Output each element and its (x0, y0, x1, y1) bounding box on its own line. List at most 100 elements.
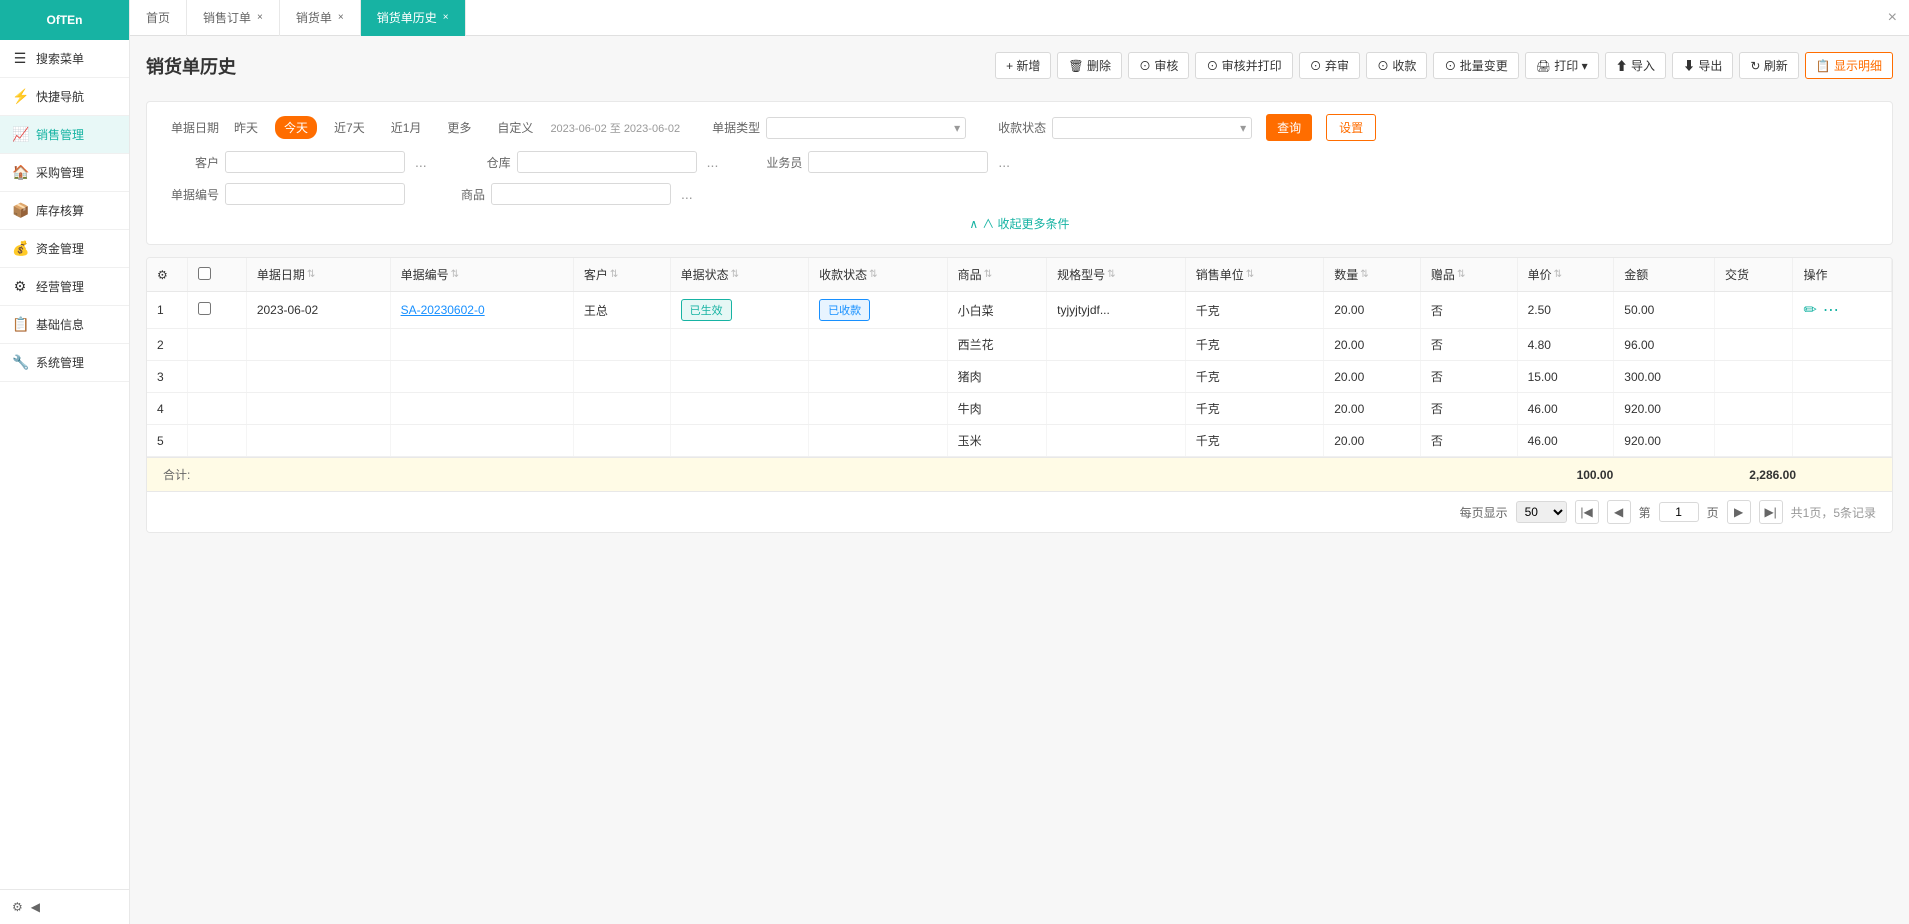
sidebar-item-inventory[interactable]: 📦 库存核算 (0, 192, 129, 230)
date-custom[interactable]: 自定义 (488, 116, 542, 139)
date-more[interactable]: 更多 (438, 116, 480, 139)
import-button[interactable]: ⬆ 导入 (1605, 52, 1666, 79)
customer-label: 客户 (163, 154, 219, 171)
warehouse-dots-btn[interactable]: ... (703, 154, 723, 170)
sidebar-item-sys-admin[interactable]: 🔧 系统管理 (0, 344, 129, 382)
cell-doc-no[interactable] (390, 393, 573, 425)
settings-button[interactable]: 设置 (1326, 114, 1376, 141)
th-unit-price[interactable]: 单价⇅ (1517, 258, 1614, 292)
show-detail-button[interactable]: 📋 显示明细 (1805, 52, 1893, 79)
th-trade: 交货 (1714, 258, 1793, 292)
tab-close-icon[interactable]: × (443, 12, 449, 23)
tab-bar: 首页 销售订单 × 销货单 × 销货单历史 × × (130, 0, 1909, 36)
select-all-checkbox[interactable] (198, 267, 211, 280)
row-checkbox[interactable] (198, 302, 211, 315)
delete-button[interactable]: 🗑 删除 (1057, 52, 1122, 79)
th-goods[interactable]: 商品⇅ (947, 258, 1046, 292)
cell-checkbox[interactable] (187, 425, 246, 457)
add-button[interactable]: + 新增 (995, 52, 1051, 79)
audit-print-button[interactable]: ⊙ 审核并打印 (1195, 52, 1292, 79)
next-page-btn[interactable]: ▶ (1727, 500, 1751, 524)
filter-warehouse: 仓库 ... (455, 151, 723, 173)
cell-doc-no[interactable] (390, 425, 573, 457)
cell-goods: 猪肉 (947, 361, 1046, 393)
cell-doc-no[interactable] (390, 329, 573, 361)
th-doc-status[interactable]: 单据状态⇅ (670, 258, 809, 292)
batch-change-button[interactable]: ⊙ 批量变更 (1433, 52, 1518, 79)
cell-row-no: 3 (147, 361, 187, 393)
th-checkbox[interactable] (187, 258, 246, 292)
more-icon[interactable]: ⋯ (1823, 300, 1839, 320)
toolbar: + 新增 🗑 删除 ⊙ 审核 ⊙ 审核并打印 ⊙ 弃审 ⊙ 收款 ⊙ 批量变更 … (995, 52, 1893, 79)
cell-collection-status (809, 425, 948, 457)
lightning-icon: ⚡ (12, 88, 28, 105)
th-collection-status[interactable]: 收款状态⇅ (809, 258, 948, 292)
goods-input[interactable] (491, 183, 671, 205)
abandon-button[interactable]: ⊙ 弃审 (1299, 52, 1360, 79)
date-today[interactable]: 今天 (275, 116, 317, 139)
warehouse-input[interactable] (517, 151, 697, 173)
tab-close-icon[interactable]: × (257, 12, 263, 23)
staff-input[interactable] (808, 151, 988, 173)
page-total: 共1页，5条记录 (1791, 504, 1876, 521)
cell-doc-no[interactable] (390, 361, 573, 393)
staff-dots-btn[interactable]: ... (994, 154, 1014, 170)
doc-type-select[interactable] (766, 117, 966, 139)
filter-staff: 业务员 ... (746, 151, 1014, 173)
tab-sales-order[interactable]: 销售订单 × (187, 0, 280, 36)
close-all-tabs[interactable]: × (1876, 9, 1909, 27)
sidebar-item-quick-nav[interactable]: ⚡ 快捷导航 (0, 78, 129, 116)
cell-checkbox[interactable] (187, 361, 246, 393)
th-gift[interactable]: 赠品⇅ (1420, 258, 1517, 292)
prev-page-btn[interactable]: ◀ (1607, 500, 1631, 524)
goods-dots-btn[interactable]: ... (677, 186, 697, 202)
first-page-btn[interactable]: |◀ (1575, 500, 1599, 524)
th-doc-no[interactable]: 单据编号⇅ (390, 258, 573, 292)
refresh-button[interactable]: ↻ 刷新 (1739, 52, 1798, 79)
date-7days[interactable]: 近7天 (325, 116, 374, 139)
tab-sales-history[interactable]: 销货单历史 × (361, 0, 466, 36)
tab-sales-goods[interactable]: 销货单 × (280, 0, 361, 36)
sidebar-item-search-menu[interactable]: ☰ 搜索菜单 (0, 40, 129, 78)
th-customer[interactable]: 客户⇅ (573, 258, 670, 292)
th-spec[interactable]: 规格型号⇅ (1047, 258, 1186, 292)
doc-no-input[interactable] (225, 183, 405, 205)
sidebar-footer-settings[interactable]: ⚙ ◀ (0, 890, 129, 924)
collapse-filter[interactable]: ∧ ∧ 收起更多条件 (163, 215, 1876, 232)
doc-type-label: 单据类型 (704, 119, 760, 136)
doc-no-label: 单据编号 (163, 186, 219, 203)
date-1month[interactable]: 近1月 (382, 116, 431, 139)
cell-checkbox[interactable] (187, 329, 246, 361)
date-range-text: 2023-06-02 至 2023-06-02 (550, 120, 680, 136)
audit-button[interactable]: ⊙ 审核 (1128, 52, 1189, 79)
cell-doc-no[interactable]: SA-20230602-0 (390, 292, 573, 329)
per-page-select[interactable]: 50 100 (1516, 501, 1567, 523)
settings-icon: ⚙ (12, 900, 23, 914)
cell-gift: 否 (1420, 361, 1517, 393)
tab-close-icon[interactable]: × (338, 12, 344, 23)
sidebar-item-sales-mgmt[interactable]: 📈 销售管理 (0, 116, 129, 154)
cell-checkbox[interactable] (187, 292, 246, 329)
th-qty[interactable]: 数量⇅ (1324, 258, 1421, 292)
date-yesterday[interactable]: 昨天 (225, 116, 267, 139)
th-settings[interactable]: ⚙ (147, 258, 187, 292)
print-button[interactable]: 🖨 打印 ▾ (1525, 52, 1599, 79)
sidebar-item-operations[interactable]: ⚙ 经营管理 (0, 268, 129, 306)
collection-status-select[interactable] (1052, 117, 1252, 139)
query-button[interactable]: 查询 (1266, 114, 1312, 141)
th-doc-date[interactable]: 单据日期⇅ (246, 258, 390, 292)
cell-checkbox[interactable] (187, 393, 246, 425)
page-input[interactable] (1659, 502, 1699, 522)
sidebar-item-purchase-mgmt[interactable]: 🏠 采购管理 (0, 154, 129, 192)
tab-home[interactable]: 首页 (130, 0, 187, 36)
collect-button[interactable]: ⊙ 收款 (1366, 52, 1427, 79)
cell-row-no: 4 (147, 393, 187, 425)
last-page-btn[interactable]: ▶| (1759, 500, 1783, 524)
edit-icon[interactable]: ✏ (1803, 300, 1816, 320)
th-unit[interactable]: 销售单位⇅ (1185, 258, 1324, 292)
sidebar-item-basic-info[interactable]: 📋 基础信息 (0, 306, 129, 344)
customer-input[interactable] (225, 151, 405, 173)
export-button[interactable]: ⬇ 导出 (1672, 52, 1733, 79)
sidebar-item-finance[interactable]: 💰 资金管理 (0, 230, 129, 268)
customer-dots-btn[interactable]: ... (411, 154, 431, 170)
